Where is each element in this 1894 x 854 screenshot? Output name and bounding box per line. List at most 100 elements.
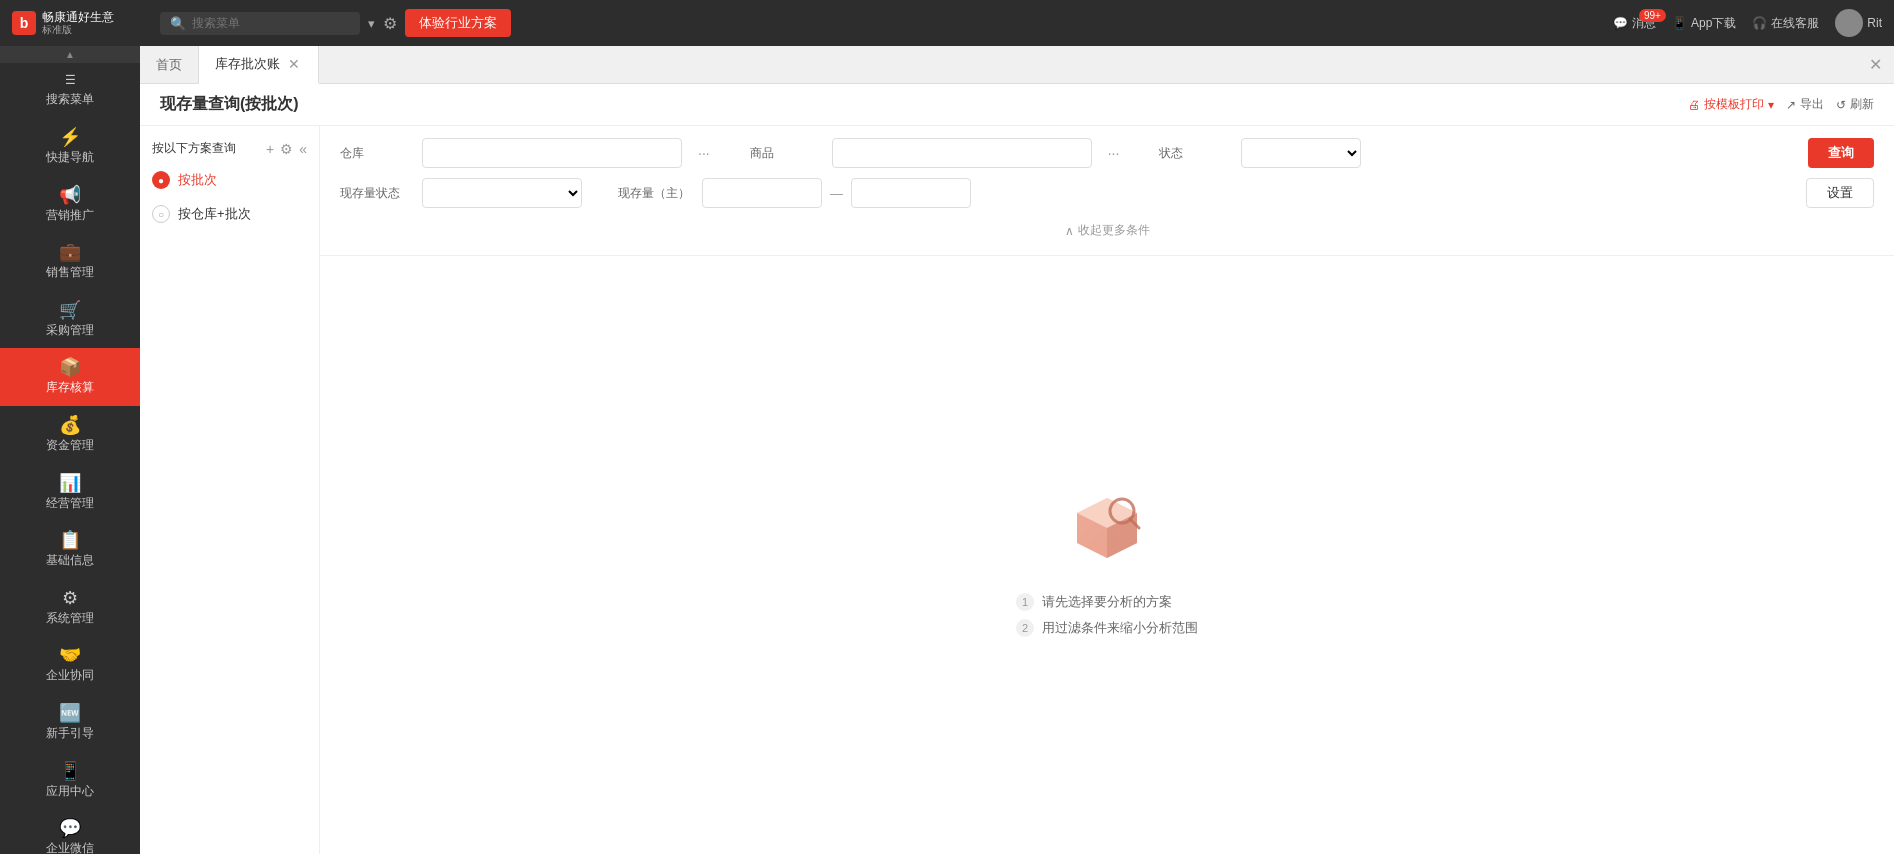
scheme-warehouse-batch-label: 按仓库+批次 xyxy=(178,205,251,223)
stock-qty-max-input[interactable] xyxy=(851,178,971,208)
tab-inventory-batch-label: 库存批次账 xyxy=(215,55,280,73)
sidebar-item-wechat[interactable]: 💬 企业微信 xyxy=(0,809,140,854)
scheme-warehouse-batch[interactable]: ○ 按仓库+批次 xyxy=(140,197,319,231)
export-label: 导出 xyxy=(1800,96,1824,113)
empty-tip-2: 2 用过滤条件来缩小分析范围 xyxy=(1016,619,1198,637)
status-label: 状态 xyxy=(1159,145,1229,162)
sidebar-item-quick-nav[interactable]: ⚡ 快捷导航 xyxy=(0,118,140,176)
refresh-label: 刷新 xyxy=(1850,96,1874,113)
page-container: 现存量查询(按批次) 🖨 按模板打印 ▾ ↗ 导出 ↺ 刷新 xyxy=(140,84,1894,854)
tip-text-2: 用过滤条件来缩小分析范围 xyxy=(1042,619,1198,637)
range-dash: — xyxy=(830,186,843,201)
sidebar-item-system[interactable]: ⚙ 系统管理 xyxy=(0,579,140,637)
scheme-settings-button[interactable]: ⚙ xyxy=(280,141,293,157)
add-scheme-button[interactable]: + xyxy=(266,141,274,157)
query-button[interactable]: 查询 xyxy=(1808,138,1874,168)
sidebar-item-purchase[interactable]: 🛒 采购管理 xyxy=(0,291,140,349)
app-download-button[interactable]: 📱 App下载 xyxy=(1672,15,1736,32)
stock-qty-min-input[interactable] xyxy=(702,178,822,208)
tab-close-all-button[interactable]: ✕ xyxy=(1857,46,1894,83)
sidebar-item-search-menu[interactable]: ☰ 搜索菜单 xyxy=(0,63,140,118)
scheme-warehouse-batch-icon: ○ xyxy=(152,205,170,223)
tab-inventory-batch[interactable]: 库存批次账 ✕ xyxy=(199,46,319,84)
tip-num-1: 1 xyxy=(1016,593,1034,611)
sidebar-item-app-center[interactable]: 📱 应用中心 xyxy=(0,752,140,810)
collapse-arrow-icon: ∧ xyxy=(1065,224,1074,238)
sidebar-label-search: 搜索菜单 xyxy=(46,91,94,108)
header-dropdown-icon[interactable]: ▾ xyxy=(368,16,375,31)
sidebar-label-operations: 经营管理 xyxy=(46,496,94,512)
left-filter-panel: 按以下方案查询 + ⚙ « ● 按批次 ○ 按仓库+批次 xyxy=(140,126,320,854)
sidebar-item-basic-info[interactable]: 📋 基础信息 xyxy=(0,521,140,579)
refresh-button[interactable]: ↺ 刷新 xyxy=(1836,96,1874,113)
print-expand-icon[interactable]: ▾ xyxy=(1768,98,1774,112)
sidebar-item-inventory[interactable]: 📦 库存核算 xyxy=(0,348,140,406)
search-icon: 🔍 xyxy=(170,16,186,31)
product-input[interactable] xyxy=(832,138,1092,168)
main-layout: ▲ ☰ 搜索菜单 ⚡ 快捷导航 📢 营销推广 💼 销售管理 🛒 采购管理 📦 库… xyxy=(0,46,1894,854)
enterprise-icon: 🤝 xyxy=(59,646,81,664)
print-button[interactable]: 🖨 按模板打印 ▾ xyxy=(1688,96,1774,113)
sidebar-label-wechat: 企业微信 xyxy=(46,841,94,854)
sidebar-item-operations[interactable]: 📊 经营管理 xyxy=(0,464,140,522)
header-gear-button[interactable]: ⚙ xyxy=(383,14,397,33)
status-select[interactable] xyxy=(1241,138,1361,168)
sidebar-label-quick-nav: 快捷导航 xyxy=(46,150,94,166)
header-right: 💬 消息 99+ 📱 App下载 🎧 在线客服 Rit xyxy=(1613,9,1882,37)
search-bar[interactable]: 🔍 xyxy=(160,12,360,35)
collapse-more-button[interactable]: ∧ 收起更多条件 xyxy=(340,218,1874,243)
scheme-batch[interactable]: ● 按批次 xyxy=(140,163,319,197)
customer-service-button[interactable]: 🎧 在线客服 xyxy=(1752,15,1819,32)
user-menu[interactable]: Rit xyxy=(1835,9,1882,37)
app-download-label: App下载 xyxy=(1691,15,1736,32)
wechat-icon: 💬 xyxy=(59,819,81,837)
search-input[interactable] xyxy=(192,16,312,30)
product-dots[interactable]: ··· xyxy=(1104,145,1124,161)
sidebar-item-marketing[interactable]: 📢 营销推广 xyxy=(0,176,140,234)
sidebar: ▲ ☰ 搜索菜单 ⚡ 快捷导航 📢 营销推广 💼 销售管理 🛒 采购管理 📦 库… xyxy=(0,46,140,854)
stock-qty-label: 现存量（主） xyxy=(618,185,690,202)
filter-area: 仓库 ··· 商品 ··· 状态 xyxy=(320,126,1894,256)
marketing-icon: 📢 xyxy=(59,186,81,204)
trial-button[interactable]: 体验行业方案 xyxy=(405,9,511,37)
title-actions: 🖨 按模板打印 ▾ ↗ 导出 ↺ 刷新 xyxy=(1688,96,1874,113)
warehouse-input[interactable] xyxy=(422,138,682,168)
sidebar-scroll-up[interactable]: ▲ xyxy=(0,46,140,63)
empty-state: 1 请先选择要分析的方案 2 用过滤条件来缩小分析范围 xyxy=(1016,473,1198,637)
collapse-panel-button[interactable]: « xyxy=(299,141,307,157)
settings-button[interactable]: 设置 xyxy=(1806,178,1874,208)
system-icon: ⚙ xyxy=(62,589,78,607)
tab-home[interactable]: 首页 xyxy=(140,46,199,83)
sidebar-label-finance: 资金管理 xyxy=(46,438,94,454)
product-label: 商品 xyxy=(750,145,820,162)
avatar xyxy=(1835,9,1863,37)
sidebar-item-enterprise[interactable]: 🤝 企业协同 xyxy=(0,636,140,694)
user-name: Rit xyxy=(1867,16,1882,30)
sidebar-item-finance[interactable]: 💰 资金管理 xyxy=(0,406,140,464)
empty-icon xyxy=(1057,473,1157,573)
scheme-batch-icon: ● xyxy=(152,171,170,189)
left-panel-title-actions: + ⚙ « xyxy=(266,141,307,157)
message-button[interactable]: 💬 消息 99+ xyxy=(1613,15,1656,32)
sidebar-item-sales[interactable]: 💼 销售管理 xyxy=(0,233,140,291)
scheme-batch-label: 按批次 xyxy=(178,171,217,189)
collapse-more-label: 收起更多条件 xyxy=(1078,222,1150,239)
tab-home-label: 首页 xyxy=(156,56,182,74)
message-icon: 💬 xyxy=(1613,16,1628,30)
top-header: b 畅康通好生意 标准版 🔍 ▾ ⚙ 体验行业方案 💬 消息 99+ 📱 App… xyxy=(0,0,1894,46)
stock-status-select[interactable] xyxy=(422,178,582,208)
operations-icon: 📊 xyxy=(59,474,81,492)
warehouse-dots[interactable]: ··· xyxy=(694,145,714,161)
inner-layout: 按以下方案查询 + ⚙ « ● 按批次 ○ 按仓库+批次 xyxy=(140,126,1894,854)
tab-close-button[interactable]: ✕ xyxy=(286,55,302,73)
sidebar-label-sales: 销售管理 xyxy=(46,265,94,281)
empty-tips: 1 请先选择要分析的方案 2 用过滤条件来缩小分析范围 xyxy=(1016,593,1198,637)
print-label: 按模板打印 xyxy=(1704,96,1764,113)
message-badge: 99+ xyxy=(1639,9,1666,22)
sales-icon: 💼 xyxy=(59,243,81,261)
customer-service-label: 在线客服 xyxy=(1771,15,1819,32)
print-icon: 🖨 xyxy=(1688,98,1700,112)
filter-row-1: 仓库 ··· 商品 ··· 状态 xyxy=(340,138,1874,168)
sidebar-item-guide[interactable]: 🆕 新手引导 xyxy=(0,694,140,752)
export-button[interactable]: ↗ 导出 xyxy=(1786,96,1824,113)
